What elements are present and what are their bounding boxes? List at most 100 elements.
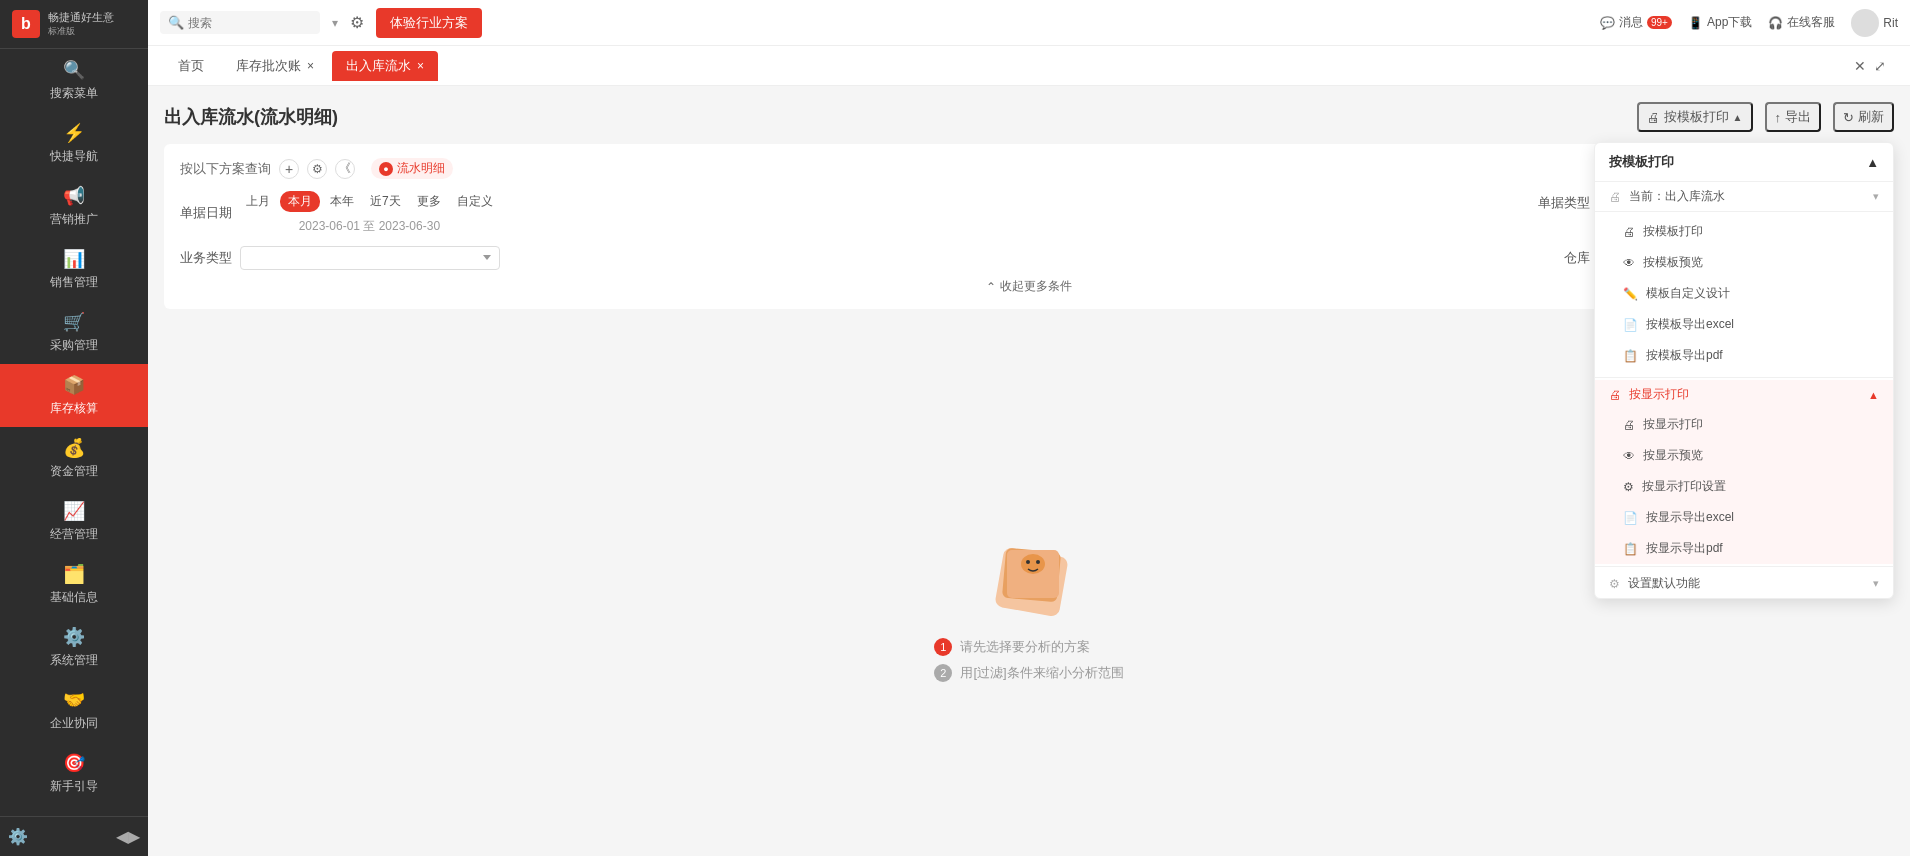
newguide-icon: 🎯 xyxy=(63,752,85,774)
template-pdf-item[interactable]: 📋 按模板导出pdf xyxy=(1595,340,1893,371)
online-service-button[interactable]: 🎧 在线客服 xyxy=(1768,14,1835,31)
main-area: 🔍 ▾ ⚙ 体验行业方案 💬 消息 99+ 📱 App下载 🎧 在线客服 Rit xyxy=(148,0,1910,856)
display-excel-icon: 📄 xyxy=(1623,511,1638,525)
date-picker: 上月 本月 本年 近7天 更多 自定义 2023-06-01 至 2023-06… xyxy=(240,191,499,235)
empty-svg xyxy=(979,522,1089,632)
sidebar-item-quicknav[interactable]: ⚡ 快捷导航 xyxy=(0,112,148,175)
display-pdf-item[interactable]: 📋 按显示导出pdf xyxy=(1595,533,1893,564)
sidebar-item-marketing[interactable]: 📢 营销推广 xyxy=(0,175,148,238)
sidebar-item-label: 库存核算 xyxy=(50,400,98,417)
sidebar-item-label: 企业协同 xyxy=(50,715,98,732)
user-name: Rit xyxy=(1883,16,1898,30)
window-controls: ✕ ⤢ xyxy=(1854,58,1894,74)
sidebar-item-system[interactable]: ⚙️ 系统管理 xyxy=(0,616,148,679)
display-section-header[interactable]: 🖨 按显示打印 ▲ xyxy=(1595,380,1893,409)
date-btn-7days[interactable]: 近7天 xyxy=(364,191,407,212)
tab-batch-close[interactable]: × xyxy=(307,59,314,73)
edit-icon: ✏️ xyxy=(1623,287,1638,301)
display-print-item[interactable]: 🖨 按显示打印 xyxy=(1595,409,1893,440)
default-section[interactable]: ⚙ 设置默认功能 ▾ xyxy=(1595,569,1893,598)
user-avatar-button[interactable]: Rit xyxy=(1851,9,1898,37)
sidebar-item-operations[interactable]: 📈 经营管理 xyxy=(0,490,148,553)
expand-window-icon[interactable]: ⤢ xyxy=(1874,58,1886,74)
topbar-search-box[interactable]: 🔍 xyxy=(160,11,320,34)
sidebar-item-purchase[interactable]: 🛒 采购管理 xyxy=(0,301,148,364)
refresh-button[interactable]: ↻ 刷新 xyxy=(1833,102,1894,132)
app-download-label: App下载 xyxy=(1707,14,1752,31)
sidebar-item-appcenter[interactable]: 📱 应用中心 xyxy=(0,805,148,816)
sales-icon: 📊 xyxy=(63,248,85,270)
template-custom-item[interactable]: ✏️ 模板自定义设计 xyxy=(1595,278,1893,309)
app-download-button[interactable]: 📱 App下载 xyxy=(1688,14,1752,31)
date-btn-custom[interactable]: 自定义 xyxy=(451,191,499,212)
template-excel-item[interactable]: 📄 按模板导出excel xyxy=(1595,309,1893,340)
sidebar-item-search[interactable]: 🔍 搜索菜单 xyxy=(0,49,148,112)
tab-inout[interactable]: 出入库流水 × xyxy=(332,51,438,81)
chevron-up-active-icon: ▲ xyxy=(1868,389,1879,401)
topbar-gear-icon[interactable]: ⚙ xyxy=(350,13,364,32)
printer-icon: 🖨 xyxy=(1623,225,1635,239)
print-dropdown-panel: 按模板打印 ▲ 🖨 当前：出入库流水 ▾ 🖨 按模板打印 xyxy=(1594,142,1894,599)
step-2-text: 用[过滤]条件来缩小分析范围 xyxy=(960,664,1123,682)
sidebar-item-finance[interactable]: 💰 资金管理 xyxy=(0,427,148,490)
settings-icon[interactable]: ⚙️ xyxy=(8,827,28,846)
user-avatar xyxy=(1851,9,1879,37)
display-settings-icon: ⚙ xyxy=(1623,480,1634,494)
quicknav-icon: ⚡ xyxy=(63,122,85,144)
sidebar-item-basics[interactable]: 🗂️ 基础信息 xyxy=(0,553,148,616)
sidebar-item-label: 资金管理 xyxy=(50,463,98,480)
date-btn-more[interactable]: 更多 xyxy=(411,191,447,212)
sidebar-item-label: 营销推广 xyxy=(50,211,98,228)
sidebar-item-cooperation[interactable]: 🤝 企业协同 xyxy=(0,679,148,742)
export-icon: ↑ xyxy=(1775,110,1782,125)
tab-inout-close[interactable]: × xyxy=(417,59,424,73)
empty-step-2: 2 用[过滤]条件来缩小分析范围 xyxy=(934,664,1123,682)
template-print-button[interactable]: 🖨 按模板打印 ▲ xyxy=(1637,102,1753,132)
date-btn-this-month[interactable]: 本月 xyxy=(280,191,320,212)
search-input[interactable] xyxy=(188,16,312,30)
toggle-sidebar-icon[interactable]: ◀▶ xyxy=(116,827,140,846)
template-print-item[interactable]: 🖨 按模板打印 xyxy=(1595,216,1893,247)
filter-add-button[interactable]: + xyxy=(279,159,299,179)
sidebar-item-label: 快捷导航 xyxy=(50,148,98,165)
date-btn-last-month[interactable]: 上月 xyxy=(240,191,276,212)
basics-icon: 🗂️ xyxy=(63,563,85,585)
page-title: 出入库流水(流水明细) xyxy=(164,105,338,129)
filter-settings-button[interactable]: ⚙ xyxy=(307,159,327,179)
close-window-icon[interactable]: ✕ xyxy=(1854,58,1866,74)
template-print-label: 按模板打印 xyxy=(1664,108,1729,126)
inventory-icon: 📦 xyxy=(63,374,85,396)
sidebar-item-newguide[interactable]: 🎯 新手引导 xyxy=(0,742,148,805)
cooperation-icon: 🤝 xyxy=(63,689,85,711)
tab-batch-label: 库存批次账 xyxy=(236,57,301,75)
date-buttons: 上月 本月 本年 近7天 更多 自定义 xyxy=(240,191,499,212)
biz-type-select[interactable] xyxy=(240,246,500,270)
service-icon: 🎧 xyxy=(1768,16,1783,30)
export-button[interactable]: ↑ 导出 xyxy=(1765,102,1822,132)
dropdown-header[interactable]: 按模板打印 ▲ xyxy=(1595,143,1893,182)
tab-home[interactable]: 首页 xyxy=(164,51,218,81)
topbar-dropdown-icon[interactable]: ▾ xyxy=(332,16,338,30)
display-preview-item[interactable]: 👁 按显示预览 xyxy=(1595,440,1893,471)
message-button[interactable]: 💬 消息 99+ xyxy=(1600,14,1672,31)
tab-batch[interactable]: 库存批次账 × xyxy=(222,51,328,81)
current-section[interactable]: 🖨 当前：出入库流水 ▾ xyxy=(1595,182,1893,212)
sidebar-item-inventory[interactable]: 📦 库存核算 xyxy=(0,364,148,427)
divider xyxy=(1595,377,1893,378)
default-label: 设置默认功能 xyxy=(1628,575,1873,592)
export-label: 导出 xyxy=(1785,108,1811,126)
tab-inout-label: 出入库流水 xyxy=(346,57,411,75)
svg-point-5 xyxy=(1036,560,1040,564)
template-print-item-label: 按模板打印 xyxy=(1643,223,1703,240)
trial-button[interactable]: 体验行业方案 xyxy=(376,8,482,38)
template-preview-item[interactable]: 👁 按模板预览 xyxy=(1595,247,1893,278)
sidebar-item-sales[interactable]: 📊 销售管理 xyxy=(0,238,148,301)
display-pdf-icon: 📋 xyxy=(1623,542,1638,556)
empty-steps: 1 请先选择要分析的方案 2 用[过滤]条件来缩小分析范围 xyxy=(934,638,1123,682)
date-btn-this-year[interactable]: 本年 xyxy=(324,191,360,212)
filter-collapse-button[interactable]: 《 xyxy=(335,159,355,179)
display-settings-item[interactable]: ⚙ 按显示打印设置 xyxy=(1595,471,1893,502)
sidebar-item-label: 采购管理 xyxy=(50,337,98,354)
display-excel-item[interactable]: 📄 按显示导出excel xyxy=(1595,502,1893,533)
message-badge: 99+ xyxy=(1647,16,1672,29)
